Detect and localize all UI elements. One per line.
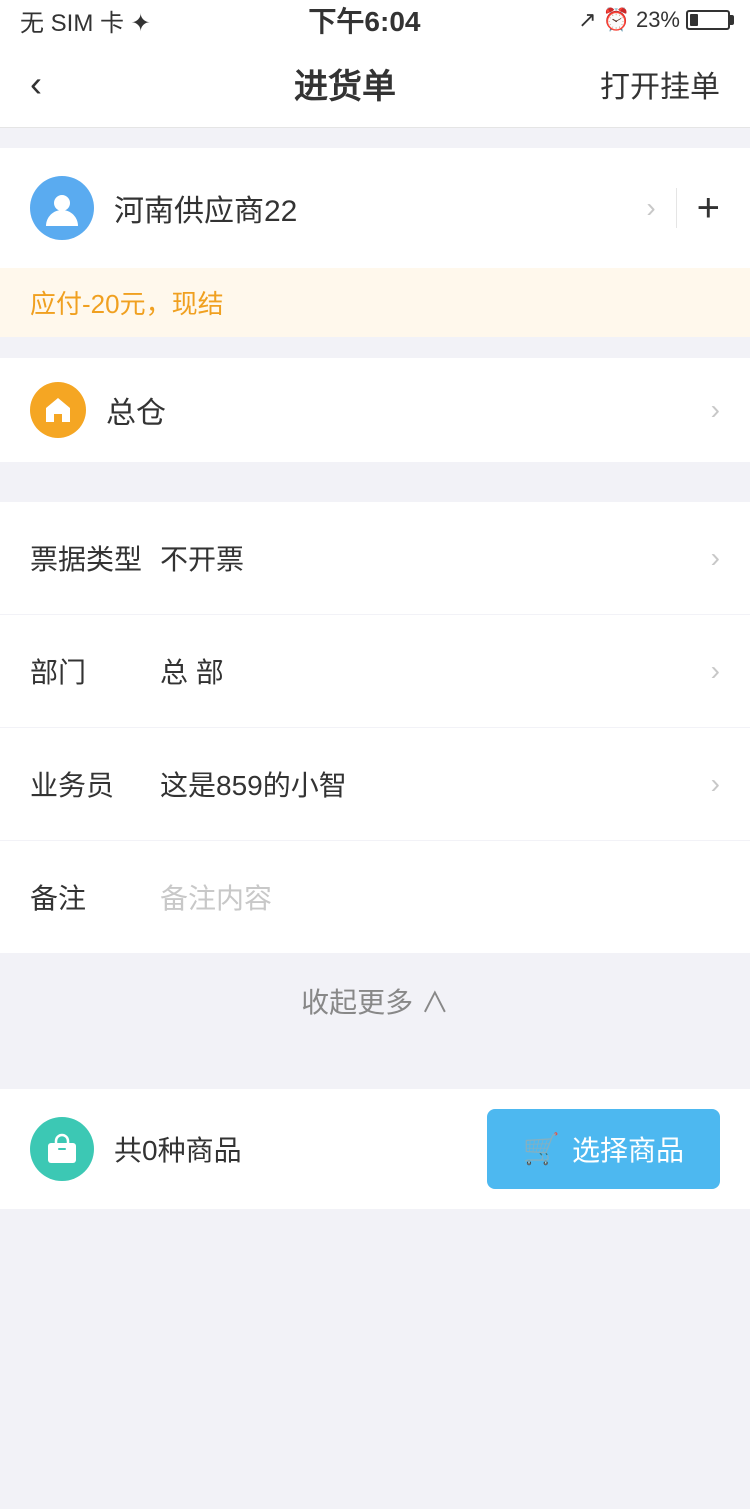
- dept-chevron-icon: ›: [711, 655, 720, 687]
- add-button[interactable]: +: [697, 186, 720, 231]
- product-icon-wrap: [30, 1117, 94, 1181]
- notice-text: 应付-20元，现结: [30, 289, 224, 319]
- sales-row[interactable]: 业务员 这是859的小智 ›: [0, 728, 750, 841]
- select-btn-label: 选择商品: [572, 1129, 684, 1169]
- status-bar: 无 SIM 卡 ✦ 下午6:04 ↗ ⏰ 23%: [0, 0, 750, 40]
- alarm-icon: ⏰: [603, 7, 630, 33]
- dept-label: 部门: [30, 651, 160, 691]
- status-time: 下午6:04: [308, 0, 420, 40]
- remark-row[interactable]: 备注 备注内容: [0, 841, 750, 953]
- invoice-value: 不开票: [160, 538, 711, 578]
- nav-bar: ‹ 进货单 打开挂单: [0, 40, 750, 128]
- bottom-bar: 共0种商品 🛒 选择商品: [0, 1089, 750, 1209]
- battery-icon: [686, 10, 730, 30]
- location-icon: ↗: [578, 7, 596, 33]
- supplier-chevron-icon: ›: [646, 192, 655, 224]
- gap-3: [0, 1049, 750, 1069]
- vertical-divider: [676, 188, 677, 228]
- status-left: 无 SIM 卡 ✦: [20, 3, 151, 38]
- invoice-chevron-icon: ›: [711, 542, 720, 574]
- invoice-label: 票据类型: [30, 538, 160, 578]
- supplier-row[interactable]: 河南供应商22 › +: [0, 148, 750, 268]
- warehouse-icon-wrap: [30, 382, 86, 438]
- gap-2: [0, 462, 750, 482]
- warehouse-card: 总仓 ›: [0, 357, 750, 462]
- sales-label: 业务员: [30, 764, 160, 804]
- remark-label: 备注: [30, 877, 160, 917]
- dept-value: 总 部: [160, 651, 711, 691]
- notice-banner: 应付-20元，现结: [0, 268, 750, 337]
- top-gap: [0, 128, 750, 148]
- supplier-card: 河南供应商22 › + 应付-20元，现结: [0, 148, 750, 337]
- supplier-name: 河南供应商22: [114, 186, 646, 230]
- form-section: 票据类型 不开票 › 部门 总 部 › 业务员 这是859的小智 › 备注 备注…: [0, 502, 750, 953]
- warehouse-name: 总仓: [106, 388, 711, 432]
- signal-text: 无 SIM 卡 ✦: [20, 3, 151, 38]
- warehouse-row[interactable]: 总仓 ›: [0, 357, 750, 462]
- dept-row[interactable]: 部门 总 部 ›: [0, 615, 750, 728]
- collapse-label: 收起更多 ∧: [301, 987, 449, 1018]
- page-rest: [0, 1209, 750, 1509]
- battery-percent: 23%: [636, 7, 680, 33]
- select-product-button[interactable]: 🛒 选择商品: [487, 1109, 720, 1189]
- sales-chevron-icon: ›: [711, 768, 720, 800]
- warehouse-chevron-icon: ›: [711, 394, 720, 426]
- remark-input[interactable]: 备注内容: [160, 877, 720, 917]
- status-right: ↗ ⏰ 23%: [578, 7, 730, 33]
- product-count: 共0种商品: [114, 1129, 487, 1169]
- supplier-avatar: [30, 176, 94, 240]
- invoice-row[interactable]: 票据类型 不开票 ›: [0, 502, 750, 615]
- open-pending-button[interactable]: 打开挂单: [600, 62, 720, 106]
- page-title: 进货单: [294, 59, 396, 108]
- collapse-button[interactable]: 收起更多 ∧: [0, 953, 750, 1049]
- sales-value: 这是859的小智: [160, 764, 711, 804]
- gap-1: [0, 337, 750, 357]
- cart-plus-icon: 🛒: [523, 1132, 560, 1167]
- back-button[interactable]: ‹: [30, 63, 90, 105]
